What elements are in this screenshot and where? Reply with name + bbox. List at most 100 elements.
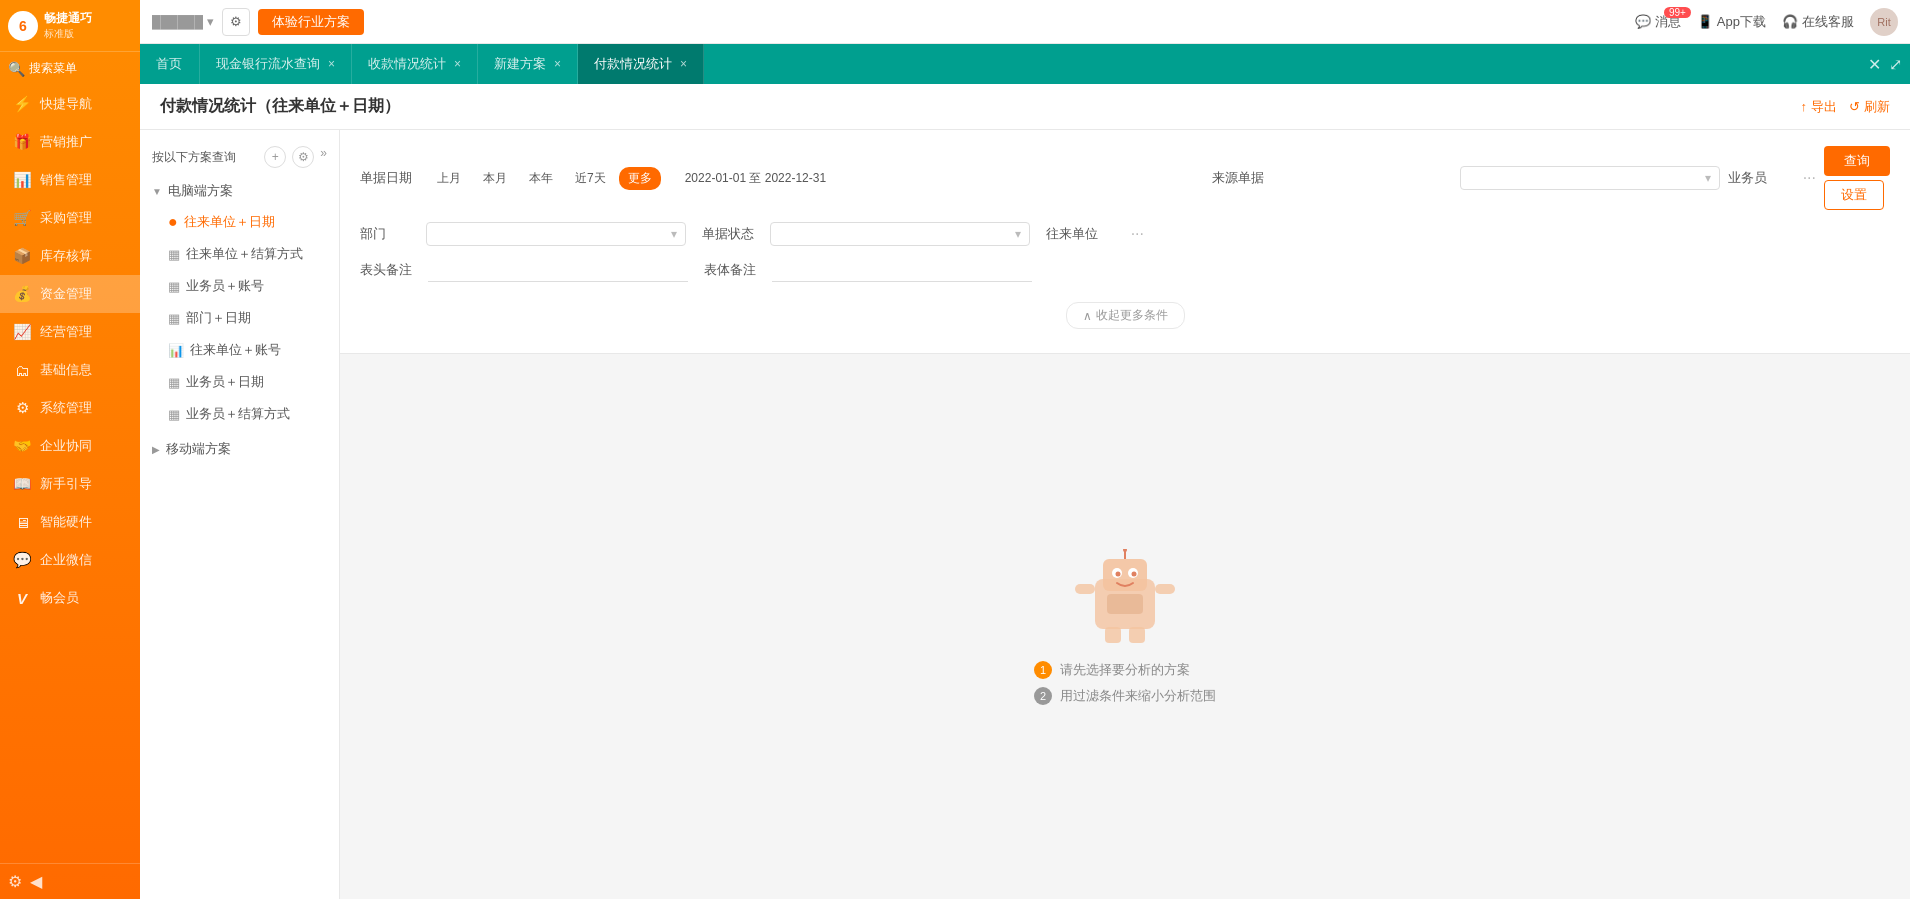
plan-item-staff-account[interactable]: ▦ 业务员＋账号 [140,270,339,302]
sidebar-item-label: 系统管理 [40,399,92,417]
avatar-text: Rit [1877,16,1890,28]
sidebar-item-wechat[interactable]: 💬 企业微信 [0,541,140,579]
settings-button[interactable]: 设置 [1824,180,1884,210]
sidebar-item-hardware[interactable]: 🖥 智能硬件 [0,503,140,541]
tab-close-all-icon[interactable]: ✕ [1868,55,1881,74]
company-selector[interactable]: ██████ ▾ [152,14,214,29]
tab-receipt-label: 收款情况统计 [368,55,446,73]
sidebar-item-system[interactable]: ⚙ 系统管理 [0,389,140,427]
plan-group-mobile-header[interactable]: ▶ 移动端方案 [140,434,339,464]
dept-select[interactable]: ▾ [426,222,686,246]
sidebar-item-sales[interactable]: 📊 销售管理 [0,161,140,199]
tab-bank-close-icon[interactable]: × [328,57,335,71]
svg-rect-9 [1155,584,1175,594]
tab-receipt[interactable]: 收款情况统计 × [352,44,478,84]
tab-new-plan-close-icon[interactable]: × [554,57,561,71]
plan-item-partner-settle[interactable]: ▦ 往来单位＋结算方式 [140,238,339,270]
tab-bank-label: 现金银行流水查询 [216,55,320,73]
tab-receipt-close-icon[interactable]: × [454,57,461,71]
export-button[interactable]: ↑ 导出 [1801,98,1838,116]
header-note-input[interactable] [428,258,688,282]
tab-expand-icon[interactable]: ⤢ [1889,55,1902,74]
sidebar-item-purchase[interactable]: 🛒 采购管理 [0,199,140,237]
sidebar-item-enterprise[interactable]: 🤝 企业协同 [0,427,140,465]
trial-button[interactable]: 体验行业方案 [258,9,364,35]
plan-item-partner-date[interactable]: ● 往来单位＋日期 [140,206,339,238]
page-header-actions: ↑ 导出 ↺ 刷新 [1801,98,1891,116]
plan-item-label: 往来单位＋账号 [190,341,281,359]
message-badge: 99+ [1664,7,1691,18]
query-button[interactable]: 查询 [1824,146,1890,176]
plan-group-mobile: ▶ 移动端方案 [140,434,339,464]
tab-payment-close-icon[interactable]: × [680,57,687,71]
footer-settings-icon[interactable]: ⚙ [8,872,22,891]
filter-row-2: 部门 ▾ 单据状态 ▾ 往来单位 ··· [360,222,1890,246]
sidebar-item-member[interactable]: V 畅会员 [0,579,140,617]
date-7days[interactable]: 近7天 [566,167,615,190]
tab-new-plan[interactable]: 新建方案 × [478,44,578,84]
sidebar-item-label: 新手引导 [40,475,92,493]
top-header: ██████ ▾ ⚙ 体验行业方案 💬 消息 99+ 📱 App下载 🎧 在线客… [140,0,1910,44]
date-last-month[interactable]: 上月 [428,167,470,190]
sidebar-item-basic[interactable]: 🗂 基础信息 [0,351,140,389]
refresh-button[interactable]: ↺ 刷新 [1849,98,1890,116]
partner-select-btn[interactable]: ··· [1114,225,1144,243]
source-select[interactable]: ▾ [1460,166,1720,190]
body-note-input[interactable] [772,258,1032,282]
plan-item-partner-account[interactable]: 📊 往来单位＋账号 [140,334,339,366]
app-icon: 📱 [1697,14,1713,29]
page-content: 付款情况统计（往来单位＋日期） ↑ 导出 ↺ 刷新 按以下方案查询 + [140,84,1910,899]
inventory-icon: 📦 [12,247,32,265]
guide-icon: 📖 [12,475,32,493]
header-right: 💬 消息 99+ 📱 App下载 🎧 在线客服 Rit [1635,8,1898,36]
sidebar-item-label: 库存核算 [40,247,92,265]
plan-item-icon: ▦ [168,279,180,294]
plan-item-dept-date[interactable]: ▦ 部门＋日期 [140,302,339,334]
plan-item-staff-settle[interactable]: ▦ 业务员＋结算方式 [140,398,339,430]
date-this-month[interactable]: 本月 [474,167,516,190]
sidebar-item-inventory[interactable]: 📦 库存核算 [0,237,140,275]
app-download-button[interactable]: 📱 App下载 [1697,13,1766,31]
plan-add-button[interactable]: + [264,146,286,168]
sidebar-logo: 6 畅捷通巧 标准版 [0,0,140,52]
logo-name: 畅捷通巧 [44,10,92,27]
plan-panel: 按以下方案查询 + ⚙ » ▼ 电脑端方案 ● 往来单位＋日期 [140,130,340,899]
message-button[interactable]: 💬 消息 99+ [1635,13,1681,31]
staff-select-btn[interactable]: ··· [1786,169,1816,187]
tab-payment[interactable]: 付款情况统计 × [578,44,704,84]
tab-bank[interactable]: 现金银行流水查询 × [200,44,352,84]
search-menu[interactable]: 🔍 搜索菜单 [0,52,140,85]
source-dropdown-icon: ▾ [1705,171,1711,185]
date-more-btn[interactable]: 更多 [619,167,661,190]
doc-status-select[interactable]: ▾ [770,222,1030,246]
plan-collapse-button[interactable]: » [320,146,327,168]
plan-group-desktop-label: 电脑端方案 [168,182,233,200]
sidebar-item-marketing[interactable]: 🎁 营销推广 [0,123,140,161]
sidebar-item-operation[interactable]: 📈 经营管理 [0,313,140,351]
sidebar-item-guide[interactable]: 📖 新手引导 [0,465,140,503]
partner-label: 往来单位 [1046,225,1098,243]
footer-collapse-icon[interactable]: ◀ [30,872,42,891]
tab-home[interactable]: 首页 [140,44,200,84]
sidebar-item-label: 企业微信 [40,551,92,569]
sidebar-item-label: 经营管理 [40,323,92,341]
search-label: 搜索菜单 [29,60,77,77]
service-button[interactable]: 🎧 在线客服 [1782,13,1854,31]
collapse-more-button[interactable]: ∧ 收起更多条件 [1066,302,1185,329]
service-label: 在线客服 [1802,13,1854,31]
plan-group-desktop-header[interactable]: ▼ 电脑端方案 [140,176,339,206]
plan-item-icon: ● [168,213,178,231]
company-dropdown-icon[interactable]: ▾ [207,14,214,29]
sidebar-item-label: 快捷导航 [40,95,92,113]
page-header: 付款情况统计（往来单位＋日期） ↑ 导出 ↺ 刷新 [140,84,1910,130]
sidebar-item-finance[interactable]: 💰 资金管理 [0,275,140,313]
tab-bar: 首页 现金银行流水查询 × 收款情况统计 × 新建方案 × 付款情况统计 × ✕… [140,44,1910,84]
plan-settings-button[interactable]: ⚙ [292,146,314,168]
header-settings-button[interactable]: ⚙ [222,8,250,36]
filter-area: 单据日期 上月 本月 本年 近7天 更多 2022-01-01 至 2022-1… [340,130,1910,899]
plan-item-staff-date[interactable]: ▦ 业务员＋日期 [140,366,339,398]
avatar[interactable]: Rit [1870,8,1898,36]
svg-rect-10 [1105,627,1121,643]
sidebar-item-quicknav[interactable]: ⚡ 快捷导航 [0,85,140,123]
date-this-year[interactable]: 本年 [520,167,562,190]
